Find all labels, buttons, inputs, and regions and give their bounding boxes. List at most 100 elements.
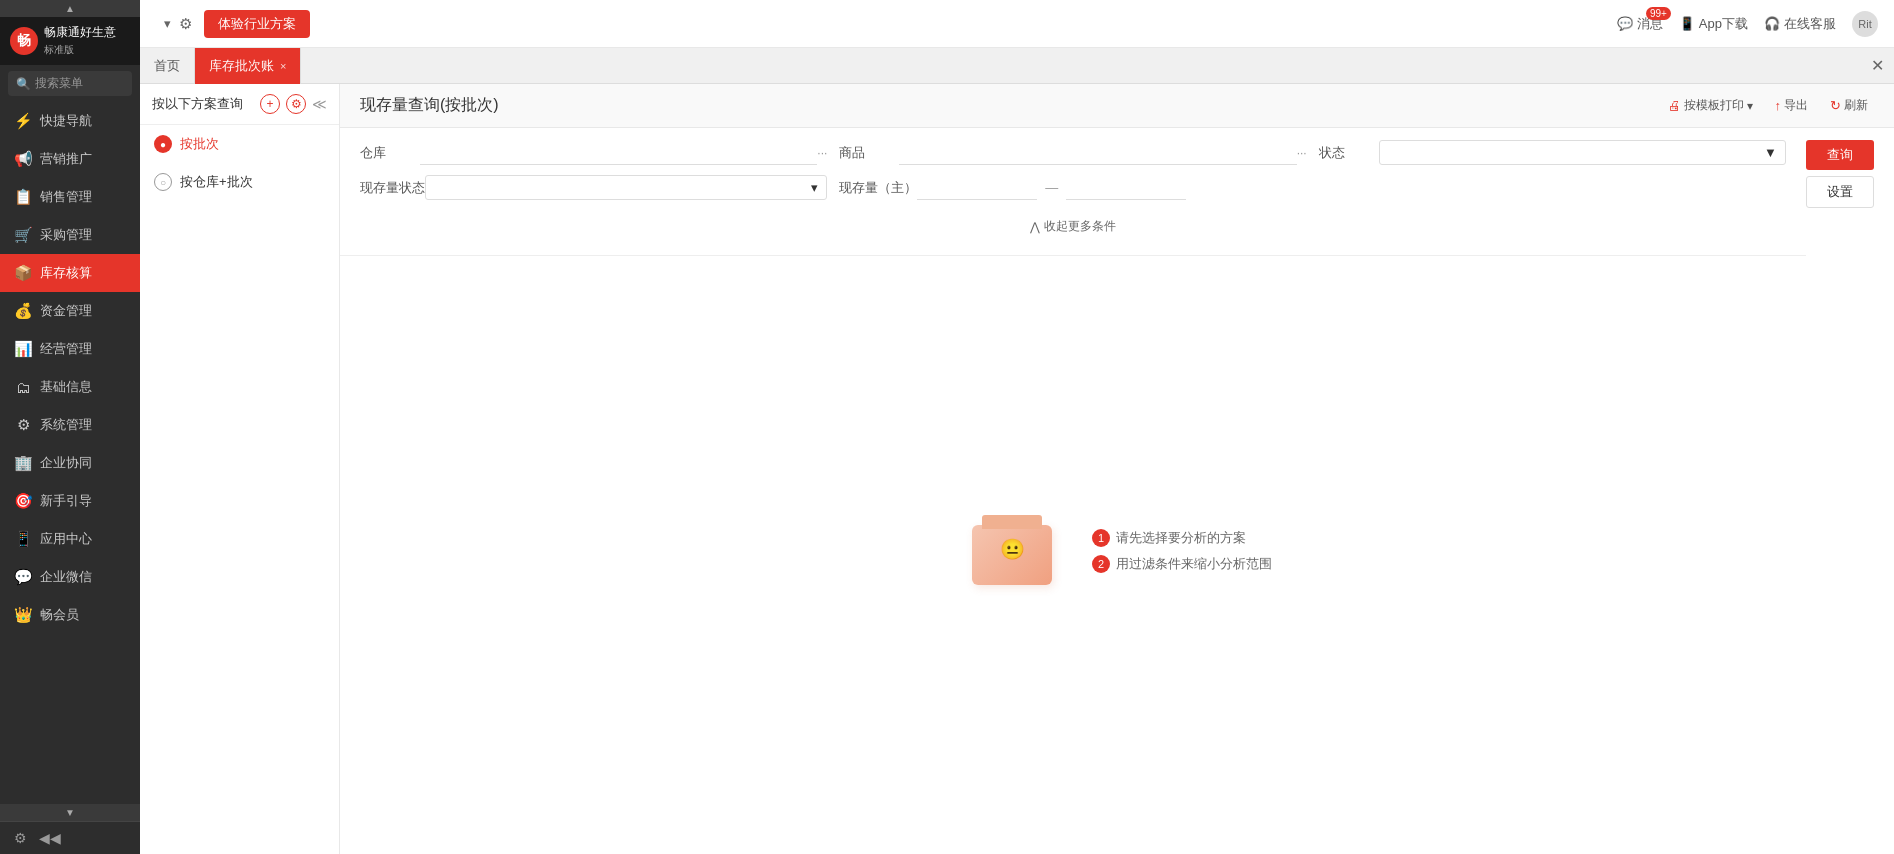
refresh-icon: ↻ (1830, 98, 1841, 113)
marketing-icon: 📢 (14, 150, 32, 168)
refresh-btn[interactable]: ↻ 刷新 (1824, 94, 1874, 117)
collapse-up-icon: ⋀ (1030, 220, 1040, 234)
stock-qty-dash: — (1037, 180, 1066, 195)
sidebar-item-member[interactable]: 👑 畅会员 (0, 596, 140, 634)
stock-status-select[interactable]: ▾ (425, 175, 827, 200)
sidebar-search[interactable]: 🔍 搜索菜单 (8, 71, 132, 96)
collapse-sidebar-icon[interactable]: ◀◀ (39, 830, 61, 846)
sidebar-item-wechat[interactable]: 💬 企业微信 (0, 558, 140, 596)
sidebar-item-inventory[interactable]: 📦 库存核算 (0, 254, 140, 292)
print-dropdown-icon[interactable]: ▾ (1747, 99, 1753, 113)
left-panel-actions: + ⚙ ≪ (260, 94, 327, 114)
tab-inventory-batch[interactable]: 库存批次账 × (195, 48, 301, 84)
app-version: 标准版 (44, 43, 116, 57)
sidebar-item-marketing[interactable]: 📢 营销推广 (0, 140, 140, 178)
product-label: 商品 (839, 144, 899, 162)
stock-qty-max-input[interactable] (1066, 176, 1186, 200)
sidebar-item-appcenter[interactable]: 📱 应用中心 (0, 520, 140, 558)
tab-close-icon[interactable]: × (280, 60, 286, 72)
topbar-left: ▾ ⚙ (156, 15, 192, 33)
stock-qty-min-input[interactable] (917, 176, 1037, 200)
sidebar-item-sales[interactable]: 📋 销售管理 (0, 178, 140, 216)
filter-stock-status: 现存量状态 ▾ (360, 175, 827, 200)
scheme-dot-inactive: ○ (154, 173, 172, 191)
hint-number-1: 1 (1092, 529, 1110, 547)
topbar-dropdown[interactable]: ▾ (164, 16, 171, 31)
print-label: 按模板打印 (1684, 97, 1744, 114)
headset-icon: 🎧 (1764, 16, 1780, 31)
sidebar-item-finance[interactable]: 💰 资金管理 (0, 292, 140, 330)
filter-warehouse: 仓库 ··· (360, 141, 827, 165)
content-area: 按以下方案查询 + ⚙ ≪ ● 按批次 ○ 按仓库+批次 现存量查询(按批次) (140, 84, 1894, 854)
filter-section: 仓库 ··· 商品 ··· 状态 (340, 128, 1894, 256)
print-icon: 🖨 (1668, 98, 1681, 113)
add-scheme-btn[interactable]: + (260, 94, 280, 114)
system-icon: ⚙ (14, 416, 32, 434)
page-title: 现存量查询(按批次) (360, 95, 499, 116)
user-profile-btn[interactable]: Rit (1852, 11, 1878, 37)
dropdown-arrow-icon: ▾ (164, 16, 171, 31)
filter-row-1: 仓库 ··· 商品 ··· 状态 (360, 140, 1786, 165)
sidebar-nav: ⚡ 快捷导航 📢 营销推广 📋 销售管理 🛒 采购管理 📦 库存核算 💰 资金管… (0, 102, 140, 804)
scheme-item-batch[interactable]: ● 按批次 (140, 125, 339, 163)
stock-status-dropdown-icon: ▾ (811, 180, 818, 195)
online-service-btn[interactable]: 🎧 在线客服 (1764, 15, 1836, 33)
export-btn[interactable]: ↑ 导出 (1769, 94, 1815, 117)
page-header-actions: 🖨 按模板打印 ▾ ↑ 导出 ↻ 刷新 (1662, 94, 1875, 117)
warehouse-more-icon[interactable]: ··· (817, 146, 827, 160)
settings-scheme-btn[interactable]: ⚙ (286, 94, 306, 114)
empty-face-icon: 😐 (1000, 537, 1025, 561)
sidebar-item-basic[interactable]: 🗂 基础信息 (0, 368, 140, 406)
query-button[interactable]: 查询 (1806, 140, 1874, 170)
status-select[interactable]: ▼ (1379, 140, 1786, 165)
sidebar-item-label: 企业协同 (40, 454, 92, 472)
topbar-gear-icon[interactable]: ⚙ (179, 15, 192, 33)
empty-hints: 1 请先选择要分析的方案 2 用过滤条件来缩小分析范围 (1092, 529, 1272, 581)
warehouse-label: 仓库 (360, 144, 420, 162)
enterprise-icon: 🏢 (14, 454, 32, 472)
sidebar-item-label: 资金管理 (40, 302, 92, 320)
message-icon: 💬 (1617, 16, 1633, 31)
sidebar-item-purchase[interactable]: 🛒 采购管理 (0, 216, 140, 254)
sidebar-item-label: 库存核算 (40, 264, 92, 282)
app-download-btn[interactable]: 📱 App下载 (1679, 15, 1748, 33)
collapse-more-btn[interactable]: ⋀ 收起更多条件 (360, 210, 1786, 243)
print-btn[interactable]: 🖨 按模板打印 ▾ (1662, 94, 1759, 117)
product-more-icon[interactable]: ··· (1297, 146, 1307, 160)
settings-button[interactable]: 设置 (1806, 176, 1874, 208)
sidebar-item-system[interactable]: ⚙ 系统管理 (0, 406, 140, 444)
notifications-btn[interactable]: 💬 消息 99+ (1617, 15, 1663, 33)
left-panel: 按以下方案查询 + ⚙ ≪ ● 按批次 ○ 按仓库+批次 (140, 84, 340, 854)
tab-home[interactable]: 首页 (140, 48, 195, 84)
warehouse-input[interactable] (420, 141, 817, 165)
scheme-label: 按仓库+批次 (180, 173, 253, 191)
sidebar-item-label: 采购管理 (40, 226, 92, 244)
topbar: ▾ ⚙ 体验行业方案 💬 消息 99+ 📱 App下载 🎧 在线客服 Rit (140, 0, 1894, 48)
collapse-panel-icon[interactable]: ≪ (312, 96, 327, 112)
app-download-label: App下载 (1699, 15, 1748, 33)
user-avatar: Rit (1852, 11, 1878, 37)
sidebar-item-quicknav[interactable]: ⚡ 快捷导航 (0, 102, 140, 140)
sidebar-scroll-down[interactable]: ▼ (0, 804, 140, 821)
sidebar-scroll-up[interactable]: ▲ (0, 0, 140, 17)
product-input[interactable] (899, 141, 1296, 165)
sidebar-item-label: 畅会员 (40, 606, 79, 624)
refresh-label: 刷新 (1844, 97, 1868, 114)
tab-bar-close-btn[interactable]: ✕ (1861, 48, 1894, 84)
sidebar-item-newbie[interactable]: 🎯 新手引导 (0, 482, 140, 520)
collapse-label: 收起更多条件 (1044, 218, 1116, 235)
filter-row-2: 现存量状态 ▾ 现存量（主） — (360, 175, 1786, 200)
purchase-icon: 🛒 (14, 226, 32, 244)
notifications-badge: 99+ (1646, 7, 1671, 20)
filter-buttons: 查询 设置 (1806, 128, 1894, 256)
settings-icon[interactable]: ⚙ (14, 830, 27, 846)
quicknav-icon: ⚡ (14, 112, 32, 130)
search-icon: 🔍 (16, 77, 31, 91)
empty-box-graphic: 😐 (972, 525, 1052, 585)
member-icon: 👑 (14, 606, 32, 624)
scheme-item-warehouse-batch[interactable]: ○ 按仓库+批次 (140, 163, 339, 201)
sidebar-item-operations[interactable]: 📊 经营管理 (0, 330, 140, 368)
experience-btn[interactable]: 体验行业方案 (204, 10, 310, 38)
app-title: 畅康通好生意 (44, 25, 116, 41)
sidebar-item-enterprise[interactable]: 🏢 企业协同 (0, 444, 140, 482)
